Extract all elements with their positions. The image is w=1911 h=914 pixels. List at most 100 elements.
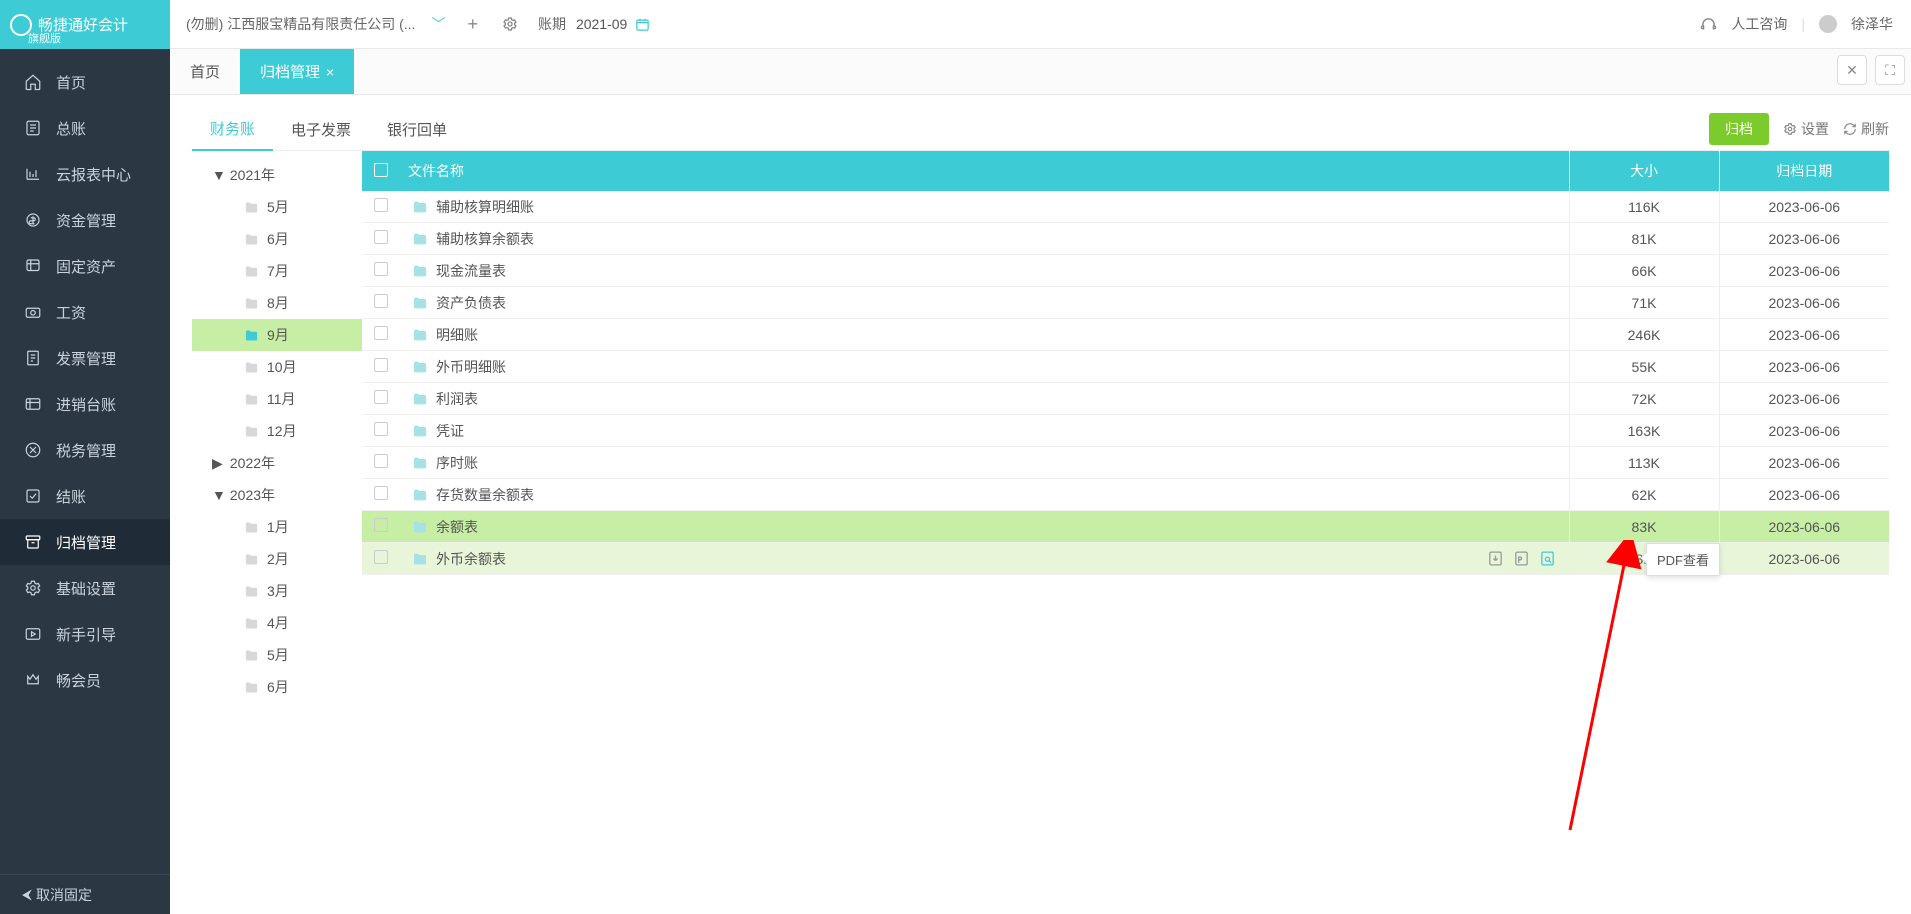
tree-month[interactable]: 12月 — [192, 415, 362, 447]
sidebar-item-vip[interactable]: 畅会员 — [0, 657, 170, 703]
row-checkbox[interactable] — [362, 351, 400, 383]
tree-month[interactable]: 9月 — [192, 319, 362, 351]
tree-year[interactable]: ▼ 2021年 — [192, 159, 362, 191]
close-icon — [24, 487, 42, 505]
chevron-down-icon[interactable]: ﹀ — [431, 14, 445, 34]
page-tab[interactable]: 归档管理× — [240, 49, 354, 94]
sidebar: 畅捷通好会计 旗舰版 首页总账云报表中心资金管理固定资产工资发票管理进销台账税务… — [0, 0, 170, 914]
table-row[interactable]: 辅助核算明细账116K2023-06-06 — [362, 191, 1889, 223]
sidebar-item-close[interactable]: 结账 — [0, 473, 170, 519]
sidebar-item-fund[interactable]: 资金管理 — [0, 197, 170, 243]
row-checkbox[interactable] — [362, 479, 400, 511]
download-pdf-icon[interactable] — [1513, 550, 1531, 568]
close-tabs-button[interactable]: ✕ — [1837, 55, 1867, 85]
file-date: 2023-06-06 — [1719, 383, 1889, 415]
table-row[interactable]: 明细账246K2023-06-06 — [362, 319, 1889, 351]
add-company-button[interactable]: + — [467, 14, 478, 35]
sidebar-item-invoice[interactable]: 发票管理 — [0, 335, 170, 381]
table-row[interactable]: 辅助核算余额表81K2023-06-06 — [362, 223, 1889, 255]
consult-link[interactable]: 人工咨询 — [1731, 14, 1787, 34]
page-tab[interactable]: 首页 — [170, 49, 240, 94]
row-checkbox[interactable] — [362, 223, 400, 255]
tree-month[interactable]: 10月 — [192, 351, 362, 383]
tree-month[interactable]: 4月 — [192, 607, 362, 639]
tree-month[interactable]: 6月 — [192, 223, 362, 255]
fullscreen-button[interactable]: ⛶ — [1875, 55, 1905, 85]
tree-month[interactable]: 6月 — [192, 671, 362, 703]
download-excel-icon[interactable] — [1487, 550, 1505, 568]
tree-month[interactable]: 3月 — [192, 575, 362, 607]
row-checkbox[interactable] — [362, 543, 400, 575]
table-row[interactable]: 存货数量余额表62K2023-06-06 — [362, 479, 1889, 511]
sidebar-item-tax[interactable]: 税务管理 — [0, 427, 170, 473]
header-size[interactable]: 大小 — [1569, 151, 1719, 191]
row-checkbox[interactable] — [362, 383, 400, 415]
row-checkbox[interactable] — [362, 415, 400, 447]
tree-year[interactable]: ▼ 2023年 — [192, 479, 362, 511]
subtab[interactable]: 财务账 — [192, 109, 273, 151]
sidebar-item-archive[interactable]: 归档管理 — [0, 519, 170, 565]
sidebar-item-ledger[interactable]: 总账 — [0, 105, 170, 151]
sidebar-item-home[interactable]: 首页 — [0, 59, 170, 105]
tree-month[interactable]: 2月 — [192, 543, 362, 575]
folder-icon — [244, 296, 259, 311]
file-date: 2023-06-06 — [1719, 511, 1889, 543]
tree-month[interactable]: 11月 — [192, 383, 362, 415]
tree-month[interactable]: 1月 — [192, 511, 362, 543]
table-row[interactable]: 序时账113K2023-06-06 — [362, 447, 1889, 479]
table-row[interactable]: 资产负债表71K2023-06-06 — [362, 287, 1889, 319]
sidebar-item-guide[interactable]: 新手引导 — [0, 611, 170, 657]
logo-area: 畅捷通好会计 旗舰版 — [0, 0, 170, 49]
tree-month[interactable]: 5月 — [192, 639, 362, 671]
sidebar-item-inout[interactable]: 进销台账 — [0, 381, 170, 427]
tree-month[interactable]: 7月 — [192, 255, 362, 287]
header-name[interactable]: 文件名称 — [400, 151, 1569, 191]
unpin-button[interactable]: ⮜ 取消固定 — [0, 874, 170, 914]
table-row[interactable]: 余额表83K2023-06-06 — [362, 511, 1889, 543]
headset-icon[interactable] — [1700, 16, 1717, 33]
row-checkbox[interactable] — [362, 511, 400, 543]
tree-month[interactable]: 8月 — [192, 287, 362, 319]
pdf-view-icon[interactable] — [1539, 550, 1557, 568]
row-checkbox[interactable] — [362, 319, 400, 351]
header-checkbox[interactable] — [362, 151, 400, 191]
refresh-link[interactable]: 刷新 — [1843, 119, 1889, 139]
row-checkbox[interactable] — [362, 255, 400, 287]
period-value[interactable]: 2021-09 — [576, 16, 627, 32]
subtab[interactable]: 银行回单 — [369, 109, 465, 151]
table-row[interactable]: 凭证163K2023-06-06 — [362, 415, 1889, 447]
asset-icon — [24, 257, 42, 275]
folder-icon — [244, 360, 259, 375]
avatar-icon[interactable] — [1819, 15, 1837, 33]
file-size: 83K — [1569, 511, 1719, 543]
row-checkbox[interactable] — [362, 447, 400, 479]
guide-icon — [24, 625, 42, 643]
calendar-icon[interactable] — [635, 17, 650, 32]
company-settings-icon[interactable] — [502, 16, 518, 32]
sidebar-item-asset[interactable]: 固定资产 — [0, 243, 170, 289]
sidebar-item-report[interactable]: 云报表中心 — [0, 151, 170, 197]
file-name: 现金流量表 — [436, 261, 506, 281]
row-checkbox[interactable] — [362, 191, 400, 223]
file-table-wrap: 文件名称 大小 归档日期 辅助核算明细账116K2023-06-06辅助核算余额… — [362, 151, 1889, 914]
settings-icon — [24, 579, 42, 597]
tree-year[interactable]: ▶ 2022年 — [192, 447, 362, 479]
nav-label: 首页 — [56, 72, 86, 93]
company-selector[interactable]: (勿删) 江西服宝精品有限责任公司 (... — [186, 14, 415, 34]
topbar-right: 人工咨询 | 徐泽华 — [1700, 14, 1893, 34]
row-checkbox[interactable] — [362, 287, 400, 319]
table-row[interactable]: 利润表72K2023-06-06 — [362, 383, 1889, 415]
tree-month[interactable]: 5月 — [192, 191, 362, 223]
settings-link[interactable]: 设置 — [1783, 119, 1829, 139]
header-date[interactable]: 归档日期 — [1719, 151, 1889, 191]
archive-button[interactable]: 归档 — [1709, 113, 1769, 145]
sidebar-item-salary[interactable]: 工资 — [0, 289, 170, 335]
user-name[interactable]: 徐泽华 — [1851, 14, 1893, 34]
sidebar-item-settings[interactable]: 基础设置 — [0, 565, 170, 611]
file-name: 外币明细账 — [436, 357, 506, 377]
subtab[interactable]: 电子发票 — [273, 109, 369, 151]
table-row[interactable]: 外币明细账55K2023-06-06 — [362, 351, 1889, 383]
close-icon[interactable]: × — [326, 64, 334, 80]
table-row[interactable]: 现金流量表66K2023-06-06 — [362, 255, 1889, 287]
file-date: 2023-06-06 — [1719, 415, 1889, 447]
